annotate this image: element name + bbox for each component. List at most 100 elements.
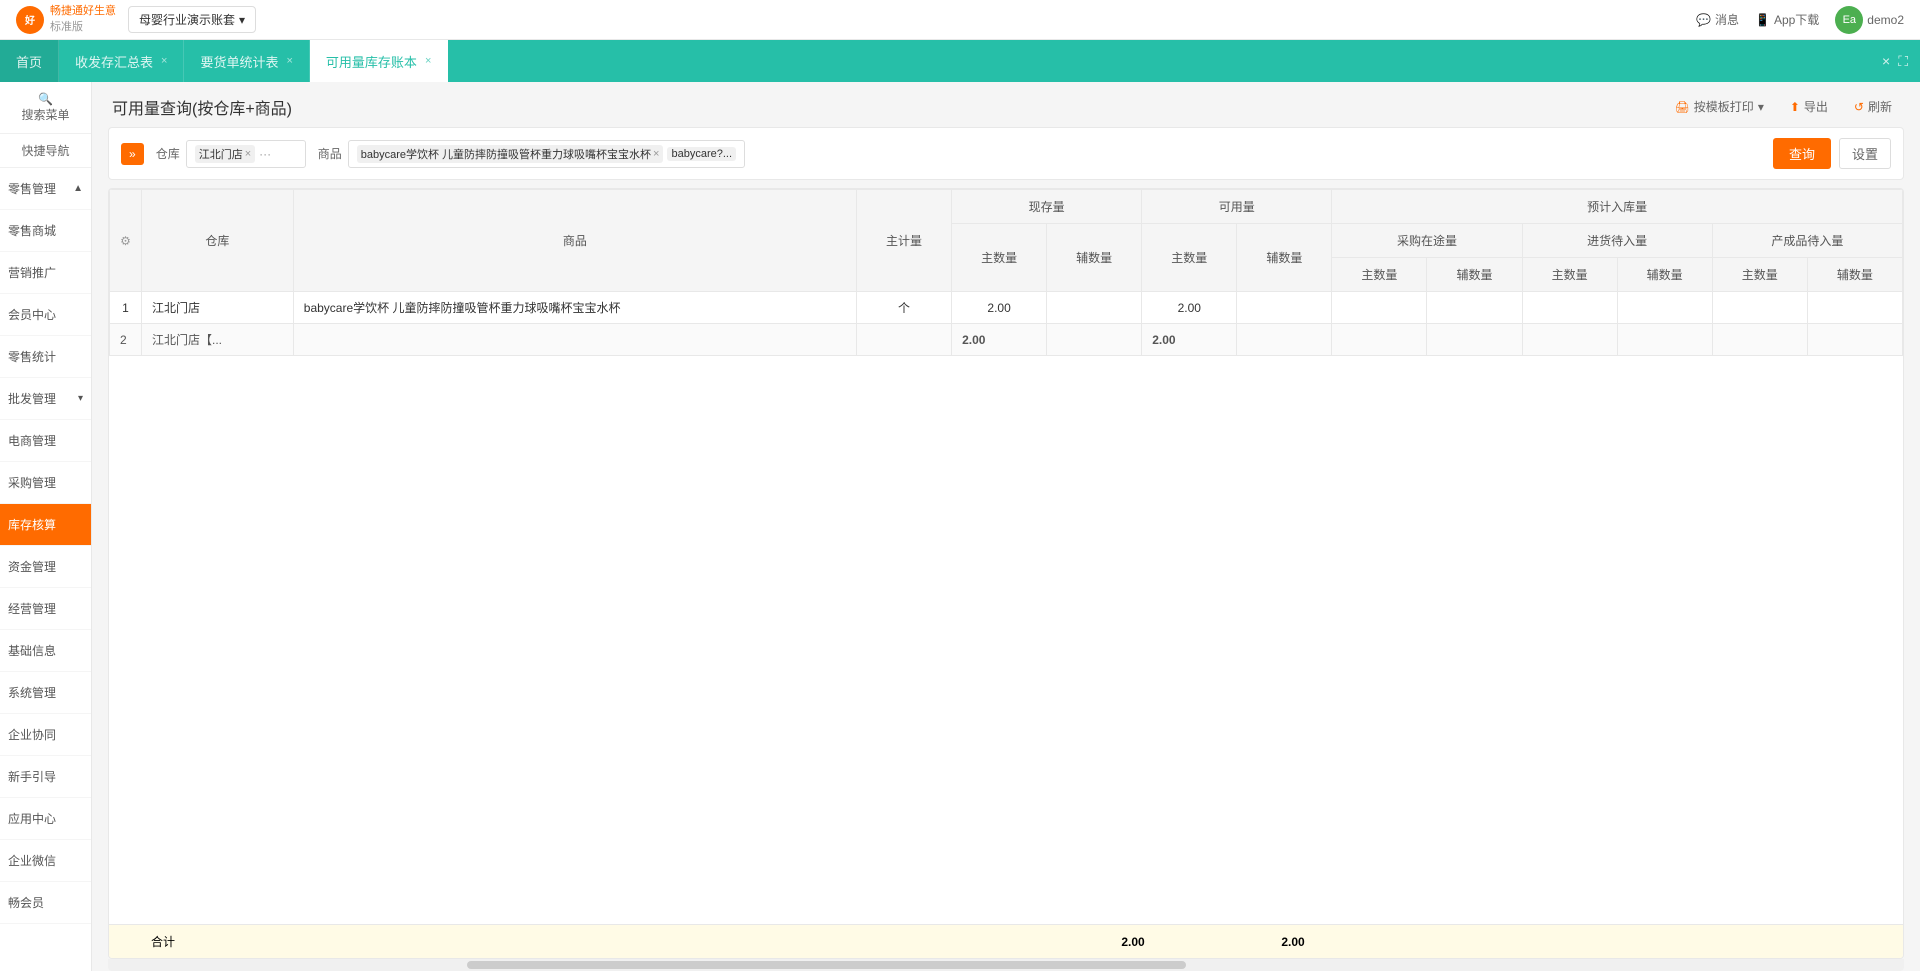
settings-button[interactable]: 设置: [1839, 138, 1891, 169]
tab-order-stats-close[interactable]: ×: [286, 55, 292, 67]
col-purchase-in-transit-header: 采购在途量: [1332, 224, 1522, 258]
column-settings-icon[interactable]: ⚙: [120, 234, 131, 248]
tab-available-stock-close[interactable]: ×: [425, 55, 431, 67]
cell-inbound-pending-main: [1522, 292, 1617, 324]
col-current-aux-qty-header: 辅数量: [1047, 224, 1142, 292]
sidebar-item-basic-info-label: 基础信息: [8, 642, 56, 659]
tab-receive-send-close[interactable]: ×: [161, 55, 167, 67]
sidebar-item-marketing-label: 营销推广: [8, 264, 56, 281]
product-filter-input[interactable]: babycare学饮杯 儿童防摔防撞吸管杯重力球吸嘴杯宝宝水杯 × babyca…: [348, 140, 745, 168]
sidebar-item-inventory[interactable]: 库存核算: [0, 504, 91, 546]
scrollbar-thumb[interactable]: [467, 961, 1185, 969]
product-tag-1-close-icon[interactable]: ×: [653, 148, 659, 160]
refresh-button[interactable]: ↺ 刷新: [1846, 94, 1900, 119]
sidebar-item-wholesale-management-label: 批发管理: [8, 390, 56, 407]
export-button[interactable]: ⬆ 导出: [1782, 94, 1836, 119]
sidebar-item-app-center-label: 应用中心: [8, 810, 56, 827]
table-row: 1 江北门店 babycare学饮杯 儿童防摔防撞吸管杯重力球吸嘴杯宝宝水杯 个…: [110, 292, 1903, 324]
sidebar-item-ecommerce-label: 电商管理: [8, 432, 56, 449]
warehouse-filter-input[interactable]: 江北门店 × ···: [186, 140, 306, 168]
footer-label: 合计: [151, 933, 241, 950]
cell-purchase-transit-aux: [1427, 292, 1522, 324]
cell-purchase-transit-main: [1332, 292, 1427, 324]
sidebar-item-purchase-label: 采购管理: [8, 474, 56, 491]
cell-current-aux-qty: [1047, 292, 1142, 324]
filter-expand-button[interactable]: »: [121, 143, 144, 165]
col-main-unit-header: 主计量: [856, 190, 951, 292]
sidebar-item-finance-label: 资金管理: [8, 558, 56, 575]
print-template-button[interactable]: 🖨 按模板打印 ▾: [1667, 94, 1772, 119]
tab-home[interactable]: 首页: [0, 40, 59, 82]
group-row-current-aux: [1047, 324, 1142, 356]
product-filter-field: 商品 babycare学饮杯 儿童防摔防撞吸管杯重力球吸嘴杯宝宝水杯 × bab…: [318, 140, 745, 168]
sidebar-item-system[interactable]: 系统管理: [0, 672, 91, 714]
print-label: 按模板打印: [1694, 98, 1754, 115]
export-label: 导出: [1804, 98, 1828, 115]
cell-available-aux-qty: [1237, 292, 1332, 324]
col-purchase-transit-aux-header: 辅数量: [1427, 258, 1522, 292]
sidebar-item-app-center[interactable]: 应用中心: [0, 798, 91, 840]
app-icon: 📱: [1755, 13, 1770, 27]
footer-available-main-qty: 2.00: [1253, 935, 1333, 949]
sidebar-item-vip-member-label: 畅会员: [8, 894, 44, 911]
expand-tabs-button[interactable]: ⛶: [1898, 53, 1908, 70]
product-tag-2-value: babycare?...: [671, 148, 732, 160]
print-icon: 🖨: [1675, 100, 1690, 114]
sidebar-item-marketing[interactable]: 营销推广: [0, 252, 91, 294]
filter-action-buttons: 查询 设置: [1773, 138, 1891, 169]
group-row-c6: [1807, 324, 1902, 356]
cell-products-pending-main: [1712, 292, 1807, 324]
sidebar-item-new-guide[interactable]: 新手引导: [0, 756, 91, 798]
cell-product: babycare学饮杯 儿童防摔防撞吸管杯重力球吸嘴杯宝宝水杯: [293, 292, 856, 324]
tab-order-stats[interactable]: 要货单统计表 ×: [184, 40, 309, 82]
sidebar-item-vip-member[interactable]: 畅会员: [0, 882, 91, 924]
sidebar: 🔍 搜索菜单 快捷导航 零售管理 ▲ 零售商城 营销推广 会员中心 零售统计 批…: [0, 82, 92, 971]
col-current-stock-header: 现存量: [952, 190, 1142, 224]
sidebar-item-purchase[interactable]: 采购管理: [0, 462, 91, 504]
message-button[interactable]: 💬 消息: [1696, 11, 1739, 28]
sidebar-item-wholesale-management[interactable]: 批发管理 ▾: [0, 378, 91, 420]
footer-row: 合计 2.00 2.00: [109, 924, 1903, 958]
col-inbound-pending-aux-header: 辅数量: [1617, 258, 1712, 292]
sidebar-item-enterprise-wechat[interactable]: 企业微信: [0, 840, 91, 882]
main-layout: 🔍 搜索菜单 快捷导航 零售管理 ▲ 零售商城 营销推广 会员中心 零售统计 批…: [0, 82, 1920, 971]
app-download-button[interactable]: 📱 App下载: [1755, 11, 1819, 28]
product-filter-tag-1: babycare学饮杯 儿童防摔防撞吸管杯重力球吸嘴杯宝宝水杯 ×: [357, 145, 664, 163]
sidebar-item-retail-stats[interactable]: 零售统计: [0, 336, 91, 378]
sidebar-item-retail-mall[interactable]: 零售商城: [0, 210, 91, 252]
col-purchase-transit-main-header: 主数量: [1332, 258, 1427, 292]
user-menu[interactable]: Ea demo2: [1835, 6, 1904, 34]
col-settings-header: ⚙: [110, 190, 142, 292]
product-filter-tag-2: babycare?...: [667, 147, 736, 161]
group-row-product: [293, 324, 856, 356]
chevron-icon: ▲: [73, 183, 83, 194]
cell-inbound-pending-aux: [1617, 292, 1712, 324]
logo-icon: 好: [16, 6, 44, 34]
industry-selector[interactable]: 母婴行业演示账套 ▾: [128, 6, 256, 33]
content-area: 可用量查询(按仓库+商品) 🖨 按模板打印 ▾ ⬆ 导出 ↺ 刷新 »: [92, 82, 1920, 971]
warehouse-tag-close-icon[interactable]: ×: [245, 148, 251, 160]
group-row-c3: [1522, 324, 1617, 356]
warehouse-filter-more[interactable]: ···: [259, 147, 271, 161]
sidebar-item-member-center[interactable]: 会员中心: [0, 294, 91, 336]
tab-available-stock[interactable]: 可用量库存账本 ×: [310, 40, 448, 82]
sidebar-item-operations[interactable]: 经营管理: [0, 588, 91, 630]
nav-tab-actions: × ⛶: [1870, 40, 1920, 82]
sidebar-item-basic-info[interactable]: 基础信息: [0, 630, 91, 672]
sidebar-item-retail-management[interactable]: 零售管理 ▲: [0, 168, 91, 210]
close-all-tabs-button[interactable]: ×: [1882, 53, 1890, 69]
col-product-header: 商品: [293, 190, 856, 292]
tab-spacer: [448, 40, 1870, 82]
refresh-label: 刷新: [1868, 98, 1892, 115]
sidebar-quick-nav-label: 快捷导航: [21, 144, 69, 158]
query-button[interactable]: 查询: [1773, 138, 1831, 169]
col-current-main-qty-header: 主数量: [952, 224, 1047, 292]
tab-home-label: 首页: [16, 52, 42, 71]
sidebar-quick-nav[interactable]: 快捷导航: [0, 134, 91, 168]
sidebar-item-ecommerce[interactable]: 电商管理: [0, 420, 91, 462]
sidebar-search[interactable]: 🔍 搜索菜单: [0, 82, 91, 134]
horizontal-scrollbar[interactable]: [108, 959, 1904, 971]
sidebar-item-finance[interactable]: 资金管理: [0, 546, 91, 588]
sidebar-item-enterprise-collab[interactable]: 企业协同: [0, 714, 91, 756]
tab-receive-send[interactable]: 收发存汇总表 ×: [59, 40, 184, 82]
